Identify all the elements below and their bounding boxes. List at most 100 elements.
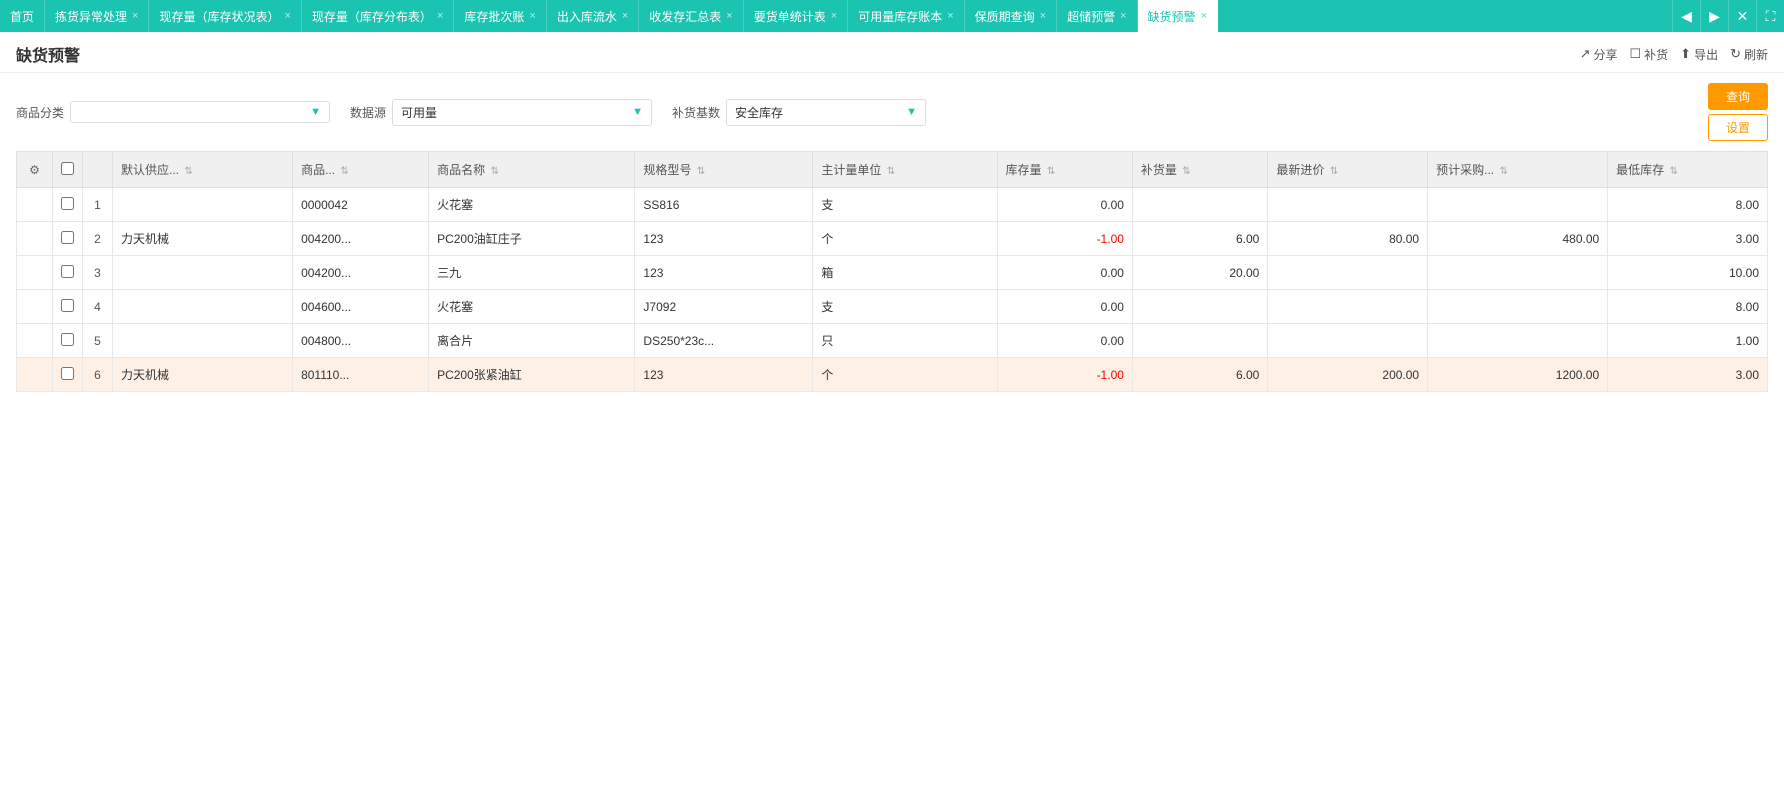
row-spec: J7092 — [635, 290, 813, 324]
row-settings[interactable] — [17, 324, 53, 358]
close-icon[interactable]: × — [437, 10, 443, 22]
export-icon: ⬆ — [1680, 46, 1691, 62]
row-check[interactable] — [53, 222, 83, 256]
th-latest-price[interactable]: 最新进价 ⇅ — [1268, 152, 1428, 188]
row-spec: 123 — [635, 358, 813, 392]
row-check[interactable] — [53, 358, 83, 392]
close-icon[interactable]: × — [726, 10, 732, 22]
gear-icon[interactable]: ⚙ — [25, 163, 44, 177]
row-est-purchase — [1428, 290, 1608, 324]
row-checkbox[interactable] — [61, 197, 74, 210]
query-button[interactable]: 查询 — [1708, 83, 1768, 110]
row-settings[interactable] — [17, 290, 53, 324]
nav-tab-receive-summary[interactable]: 收发存汇总表 × — [639, 0, 743, 32]
row-index: 2 — [83, 222, 113, 256]
nav-tab-available-account[interactable]: 可用量库存账本 × — [848, 0, 964, 32]
row-unit: 个 — [813, 358, 997, 392]
th-est-purchase[interactable]: 预计采购... ⇅ — [1428, 152, 1608, 188]
th-check[interactable] — [53, 152, 83, 188]
th-goods-name[interactable]: 商品名称 ⇅ — [429, 152, 635, 188]
close-icon[interactable]: × — [1201, 10, 1207, 22]
row-goods-name: 离合片 — [429, 324, 635, 358]
th-settings[interactable]: ⚙ — [17, 152, 53, 188]
row-settings[interactable] — [17, 222, 53, 256]
row-checkbox[interactable] — [61, 367, 74, 380]
th-supplier[interactable]: 默认供应... ⇅ — [113, 152, 293, 188]
nav-tab-order-stats[interactable]: 要货单统计表 × — [744, 0, 848, 32]
row-checkbox[interactable] — [61, 265, 74, 278]
row-settings[interactable] — [17, 256, 53, 290]
nav-tab-inventory-dist[interactable]: 现存量（库存分布表） × — [302, 0, 454, 32]
close-icon[interactable]: × — [1120, 10, 1126, 22]
row-index: 4 — [83, 290, 113, 324]
row-checkbox[interactable] — [61, 333, 74, 346]
th-min-stock[interactable]: 最低库存 ⇅ — [1608, 152, 1768, 188]
settings-button[interactable]: 设置 — [1708, 114, 1768, 141]
close-icon[interactable]: × — [132, 10, 138, 22]
row-goods-name: PC200油缸庄子 — [429, 222, 635, 256]
th-goods-code[interactable]: 商品... ⇅ — [293, 152, 429, 188]
share-button[interactable]: ↗ 分享 — [1580, 46, 1618, 63]
th-unit[interactable]: 主计量单位 ⇅ — [813, 152, 997, 188]
row-settings[interactable] — [17, 358, 53, 392]
refresh-button[interactable]: ↻ 刷新 — [1730, 46, 1768, 63]
replenish-base-select[interactable]: 安全库存 ▼ — [726, 99, 926, 126]
row-checkbox[interactable] — [61, 299, 74, 312]
nav-close-button[interactable]: ✕ — [1728, 0, 1756, 32]
row-min-stock: 8.00 — [1608, 188, 1768, 222]
datasource-value: 可用量 — [401, 104, 437, 121]
table-body: 1 0000042 火花塞 SS816 支 0.00 8.00 2 力天机械 0… — [17, 188, 1768, 392]
nav-tab-inout-flow[interactable]: 出入库流水 × — [547, 0, 639, 32]
close-icon[interactable]: × — [284, 10, 290, 22]
close-icon[interactable]: × — [529, 10, 535, 22]
row-checkbox[interactable] — [61, 231, 74, 244]
nav-tab-inventory-status[interactable]: 现存量（库存状况表） × — [149, 0, 301, 32]
row-index: 3 — [83, 256, 113, 290]
replenish-button[interactable]: ☐ 补货 — [1629, 46, 1668, 63]
row-goods-code: 004600... — [293, 290, 429, 324]
replenish-base-value: 安全库存 — [735, 104, 783, 121]
th-spec[interactable]: 规格型号 ⇅ — [635, 152, 813, 188]
th-stock[interactable]: 库存量 ⇅ — [997, 152, 1132, 188]
nav-tab-pick-exception[interactable]: 拣货异常处理 × — [45, 0, 149, 32]
row-check[interactable] — [53, 256, 83, 290]
filter-area: 商品分类 ▼ 数据源 可用量 ▼ 补货基数 安全库存 ▼ 查询 设置 — [0, 73, 1784, 151]
select-all-checkbox[interactable] — [61, 162, 74, 175]
category-select[interactable]: ▼ — [70, 101, 330, 123]
nav-scroll-left-button[interactable]: ◀ — [1672, 0, 1700, 32]
datasource-select[interactable]: 可用量 ▼ — [392, 99, 652, 126]
th-index — [83, 152, 113, 188]
close-icon[interactable]: × — [622, 10, 628, 22]
nav-scroll-right-button[interactable]: ▶ — [1700, 0, 1728, 32]
close-icon[interactable]: × — [1040, 10, 1046, 22]
row-replenish: 6.00 — [1132, 222, 1267, 256]
th-replenish[interactable]: 补货量 ⇅ — [1132, 152, 1267, 188]
row-stock: 0.00 — [997, 188, 1132, 222]
row-unit: 支 — [813, 188, 997, 222]
row-spec: SS816 — [635, 188, 813, 222]
row-unit: 个 — [813, 222, 997, 256]
nav-expand-button[interactable]: ⛶ — [1756, 0, 1784, 32]
chevron-down-icon: ▼ — [632, 106, 643, 118]
close-icon[interactable]: × — [947, 10, 953, 22]
row-index: 1 — [83, 188, 113, 222]
row-settings[interactable] — [17, 188, 53, 222]
nav-tab-expiry-query[interactable]: 保质期查询 × — [965, 0, 1057, 32]
row-unit: 只 — [813, 324, 997, 358]
nav-tab-shortage[interactable]: 缺货预警 × — [1138, 0, 1218, 32]
row-check[interactable] — [53, 188, 83, 222]
close-icon[interactable]: × — [831, 10, 837, 22]
export-button[interactable]: ⬆ 导出 — [1680, 46, 1718, 63]
filter-actions: 查询 设置 — [1708, 83, 1768, 141]
nav-tab-home[interactable]: 首页 — [0, 0, 45, 32]
sort-icon: ⇅ — [184, 166, 192, 177]
row-check[interactable] — [53, 290, 83, 324]
row-min-stock: 3.00 — [1608, 222, 1768, 256]
page-title: 缺货预警 — [16, 42, 80, 66]
data-table: ⚙ 默认供应... ⇅ 商品... ⇅ 商品名称 — [16, 151, 1768, 392]
row-unit: 箱 — [813, 256, 997, 290]
nav-tab-overstock[interactable]: 超储预警 × — [1057, 0, 1137, 32]
table-row: 1 0000042 火花塞 SS816 支 0.00 8.00 — [17, 188, 1768, 222]
nav-tab-batch-account[interactable]: 库存批次账 × — [454, 0, 546, 32]
row-check[interactable] — [53, 324, 83, 358]
